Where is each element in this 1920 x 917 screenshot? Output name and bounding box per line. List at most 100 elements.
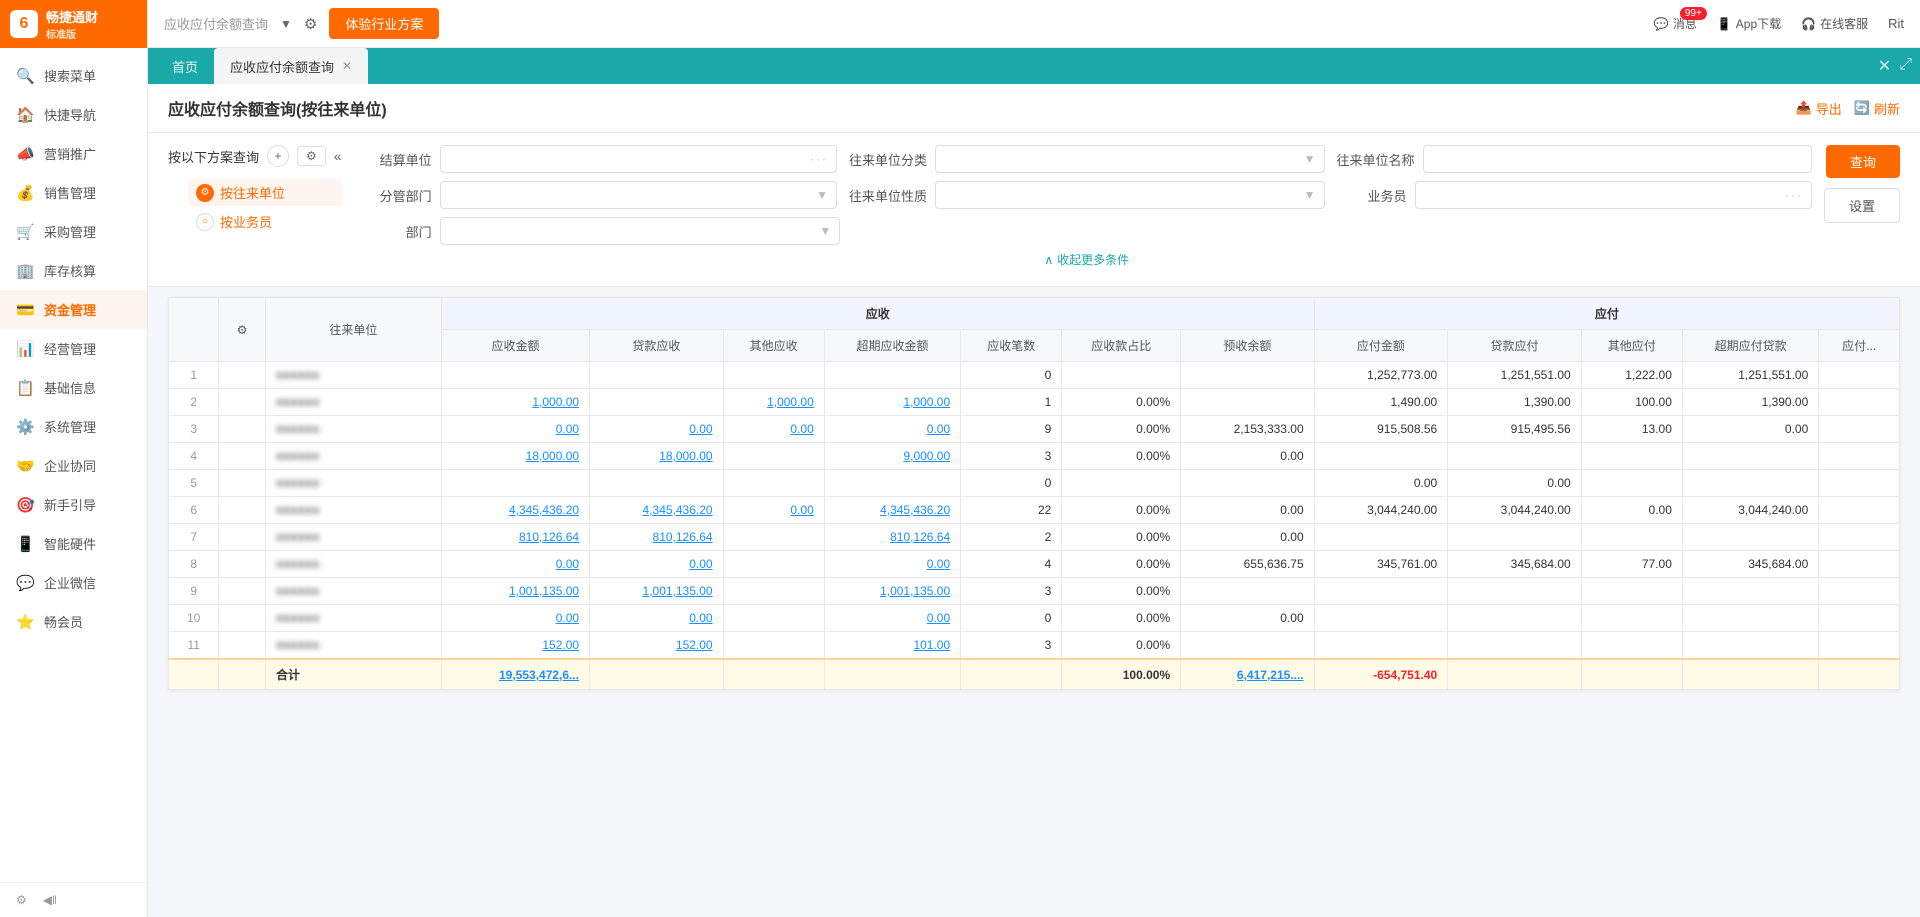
page-title: 应收应付余额查询(按往来单位) bbox=[168, 96, 387, 120]
settlement-unit-input[interactable]: ··· bbox=[440, 145, 837, 173]
col-ar-group-header: 应收 bbox=[441, 298, 1314, 330]
sidebar-item-wechat[interactable]: 💬 企业微信 bbox=[0, 563, 147, 602]
filter-option-icon: ⚙ bbox=[196, 184, 214, 202]
app-download-button[interactable]: 📱 App下载 bbox=[1717, 15, 1781, 32]
table-row: 8■■■■■■0.000.000.0040.00%655,636.75345,7… bbox=[169, 551, 1900, 578]
col-ar-overdue: 超期应收金额 bbox=[824, 330, 960, 362]
table-row: 11■■■■■■152.00152.00101.0030.00% bbox=[169, 632, 1900, 660]
table-area: ⚙ 往来单位 应收 应付 应收金额 贷款应收 其他应收 超期应收金额 应收笔数 … bbox=[148, 287, 1920, 917]
sidebar-item-member[interactable]: ⭐ 畅会员 bbox=[0, 602, 147, 641]
hardware-icon: 📱 bbox=[16, 535, 34, 553]
filter-field-category: 往来单位分类 ▼ bbox=[849, 145, 1324, 173]
sidebar-item-system[interactable]: ⚙️ 系统管理 bbox=[0, 407, 147, 446]
tab-close-window-icon[interactable]: ✕ bbox=[1878, 56, 1891, 76]
department-input[interactable]: ▼ bbox=[440, 217, 841, 245]
tab-bar-actions: ✕ ⤢ bbox=[1878, 56, 1912, 76]
user-profile[interactable]: Rit bbox=[1888, 16, 1904, 31]
col-ar-other: 其他应收 bbox=[723, 330, 824, 362]
footer-ar-amount: 19,553,472,6... bbox=[441, 659, 589, 690]
home-icon: 🏠 bbox=[16, 106, 34, 124]
salesperson-input[interactable]: ··· bbox=[1415, 181, 1812, 209]
unit-nature-input[interactable]: ▼ bbox=[935, 181, 1324, 209]
filter-field-dept: 分管部门 ▼ bbox=[362, 181, 837, 209]
header-gear-icon[interactable]: ⚙ bbox=[304, 15, 317, 33]
sales-icon: 💰 bbox=[16, 184, 34, 202]
col-settings-header[interactable]: ⚙ bbox=[219, 298, 266, 362]
sidebar-item-finance[interactable]: 💳 资金管理 bbox=[0, 290, 147, 329]
inventory-icon: 🏢 bbox=[16, 262, 34, 280]
tab-home[interactable]: 首页 bbox=[156, 48, 214, 84]
sidebar-item-sales[interactable]: 💰 销售管理 bbox=[0, 173, 147, 212]
table-row: 5■■■■■■00.000.00 bbox=[169, 470, 1900, 497]
marketing-icon: 📣 bbox=[16, 145, 34, 163]
settings-bottom-icon[interactable]: ⚙ bbox=[16, 893, 27, 907]
message-button[interactable]: 💬 消息 99+ bbox=[1654, 15, 1697, 32]
col-ap-amount: 应付金额 bbox=[1314, 330, 1448, 362]
operation-icon: 📊 bbox=[16, 340, 34, 358]
sidebar-item-operation[interactable]: 📊 经营管理 bbox=[0, 329, 147, 368]
filter-field-unitname: 往来单位名称 bbox=[1337, 145, 1812, 173]
tab-close-icon[interactable]: ✕ bbox=[342, 59, 352, 73]
col-partner-header: 往来单位 bbox=[265, 298, 441, 362]
purchase-icon: 🛒 bbox=[16, 223, 34, 241]
query-button[interactable]: 查询 bbox=[1826, 145, 1900, 178]
dept-input[interactable]: ▼ bbox=[440, 181, 837, 209]
finance-icon: 💳 bbox=[16, 301, 34, 319]
breadcrumb: 应收应付余额查询 bbox=[164, 14, 268, 33]
export-button[interactable]: 📤 导出 bbox=[1796, 99, 1842, 118]
footer-label: 合计 bbox=[265, 659, 441, 690]
sidebar-item-basic[interactable]: 📋 基础信息 bbox=[0, 368, 147, 407]
data-table: ⚙ 往来单位 应收 应付 应收金额 贷款应收 其他应收 超期应收金额 应收笔数 … bbox=[168, 297, 1900, 690]
sidebar-item-marketing[interactable]: 📣 营销推广 bbox=[0, 134, 147, 173]
filter-top: 按以下方案查询 + ⚙ « bbox=[168, 145, 342, 167]
search-icon: 🔍 bbox=[16, 67, 34, 85]
filter-option-by-staff[interactable]: ○ 按业务员 bbox=[188, 208, 342, 235]
sidebar-item-inventory[interactable]: 🏢 库存核算 bbox=[0, 251, 147, 290]
main-content: 应收应付余额查询(按往来单位) 📤 导出 🔄 刷新 按以下方案查询 + ⚙ bbox=[148, 84, 1920, 917]
online-service-button[interactable]: 🎧 在线客服 bbox=[1801, 15, 1868, 32]
refresh-button[interactable]: 🔄 刷新 bbox=[1854, 99, 1900, 118]
filter-field-nature: 往来单位性质 ▼ bbox=[849, 181, 1324, 209]
sidebar-item-search[interactable]: 🔍 搜索菜单 bbox=[0, 56, 147, 95]
promotion-button[interactable]: 体验行业方案 bbox=[329, 8, 439, 39]
filter-scheme-button[interactable]: ⚙ bbox=[297, 146, 326, 166]
col-ap-col15: 应付... bbox=[1819, 330, 1900, 362]
breadcrumb-dropdown-icon[interactable]: ▼ bbox=[280, 17, 292, 31]
table-row: 9■■■■■■1,001,135.001,001,135.001,001,135… bbox=[169, 578, 1900, 605]
filter-fields-panel: 结算单位 ··· 往来单位分类 ▼ bbox=[362, 145, 1900, 274]
col-ap-group-header: 应付 bbox=[1314, 298, 1899, 330]
sidebar-item-quicknav[interactable]: 🏠 快捷导航 bbox=[0, 95, 147, 134]
basic-icon: 📋 bbox=[16, 379, 34, 397]
sidebar-item-hardware[interactable]: 📱 智能硬件 bbox=[0, 524, 147, 563]
sidebar: 6 畅捷通财 标准版 🔍 搜索菜单 🏠 快捷导航 📣 营销推广 💰 销售管理 🛒… bbox=[0, 0, 148, 917]
filter-collapse-icon[interactable]: « bbox=[334, 148, 342, 164]
top-header: 应收应付余额查询 ▼ ⚙ 体验行业方案 💬 消息 99+ 📱 App下载 🎧 在… bbox=[148, 0, 1920, 48]
settings-button[interactable]: 设置 bbox=[1824, 188, 1900, 223]
sidebar-logo: 6 畅捷通财 标准版 bbox=[0, 0, 147, 48]
message-icon: 💬 bbox=[1654, 17, 1669, 31]
filter-row-3: 部门 ▼ bbox=[362, 217, 1812, 245]
table-footer-row: 合计 19,553,472,6... 100.00% 6,417,215....… bbox=[169, 659, 1900, 690]
tab-arquery[interactable]: 应收应付余额查询 ✕ bbox=[214, 48, 368, 84]
sidebar-item-guide[interactable]: 🎯 新手引导 bbox=[0, 485, 147, 524]
filter-field-salesperson: 业务员 ··· bbox=[1337, 181, 1812, 209]
filter-fields: 结算单位 ··· 往来单位分类 ▼ bbox=[362, 145, 1812, 274]
collapse-more-btn[interactable]: ∧ 收起更多条件 bbox=[1044, 251, 1129, 268]
export-icon: 📤 bbox=[1796, 100, 1812, 116]
filter-option-by-unit[interactable]: ⚙ 按往来单位 bbox=[188, 179, 342, 206]
table-row: 7■■■■■■810,126.64810,126.64810,126.6420.… bbox=[169, 524, 1900, 551]
table-row: 4■■■■■■18,000.0018,000.009,000.0030.00%0… bbox=[169, 443, 1900, 470]
unit-category-input[interactable]: ▼ bbox=[935, 145, 1324, 173]
unit-name-input[interactable] bbox=[1423, 145, 1812, 173]
sidebar-item-enterprise[interactable]: 🤝 企业协同 bbox=[0, 446, 147, 485]
filter-add-button[interactable]: + bbox=[267, 145, 289, 167]
wechat-icon: 💬 bbox=[16, 574, 34, 592]
col-ap-other: 其他应付 bbox=[1581, 330, 1682, 362]
collapse-sidebar-icon[interactable]: ◀‖ bbox=[43, 893, 57, 907]
sidebar-item-purchase[interactable]: 🛒 采购管理 bbox=[0, 212, 147, 251]
tab-maximize-icon[interactable]: ⤢ bbox=[1899, 56, 1912, 76]
logo-text: 畅捷通财 标准版 bbox=[46, 7, 98, 41]
filter-scheme-panel: 按以下方案查询 + ⚙ « ⚙ 按往来单位 ○ 按业务员 bbox=[168, 145, 342, 274]
col-prepay: 预收余额 bbox=[1181, 330, 1315, 362]
col-ar-amount: 应收金额 bbox=[441, 330, 589, 362]
